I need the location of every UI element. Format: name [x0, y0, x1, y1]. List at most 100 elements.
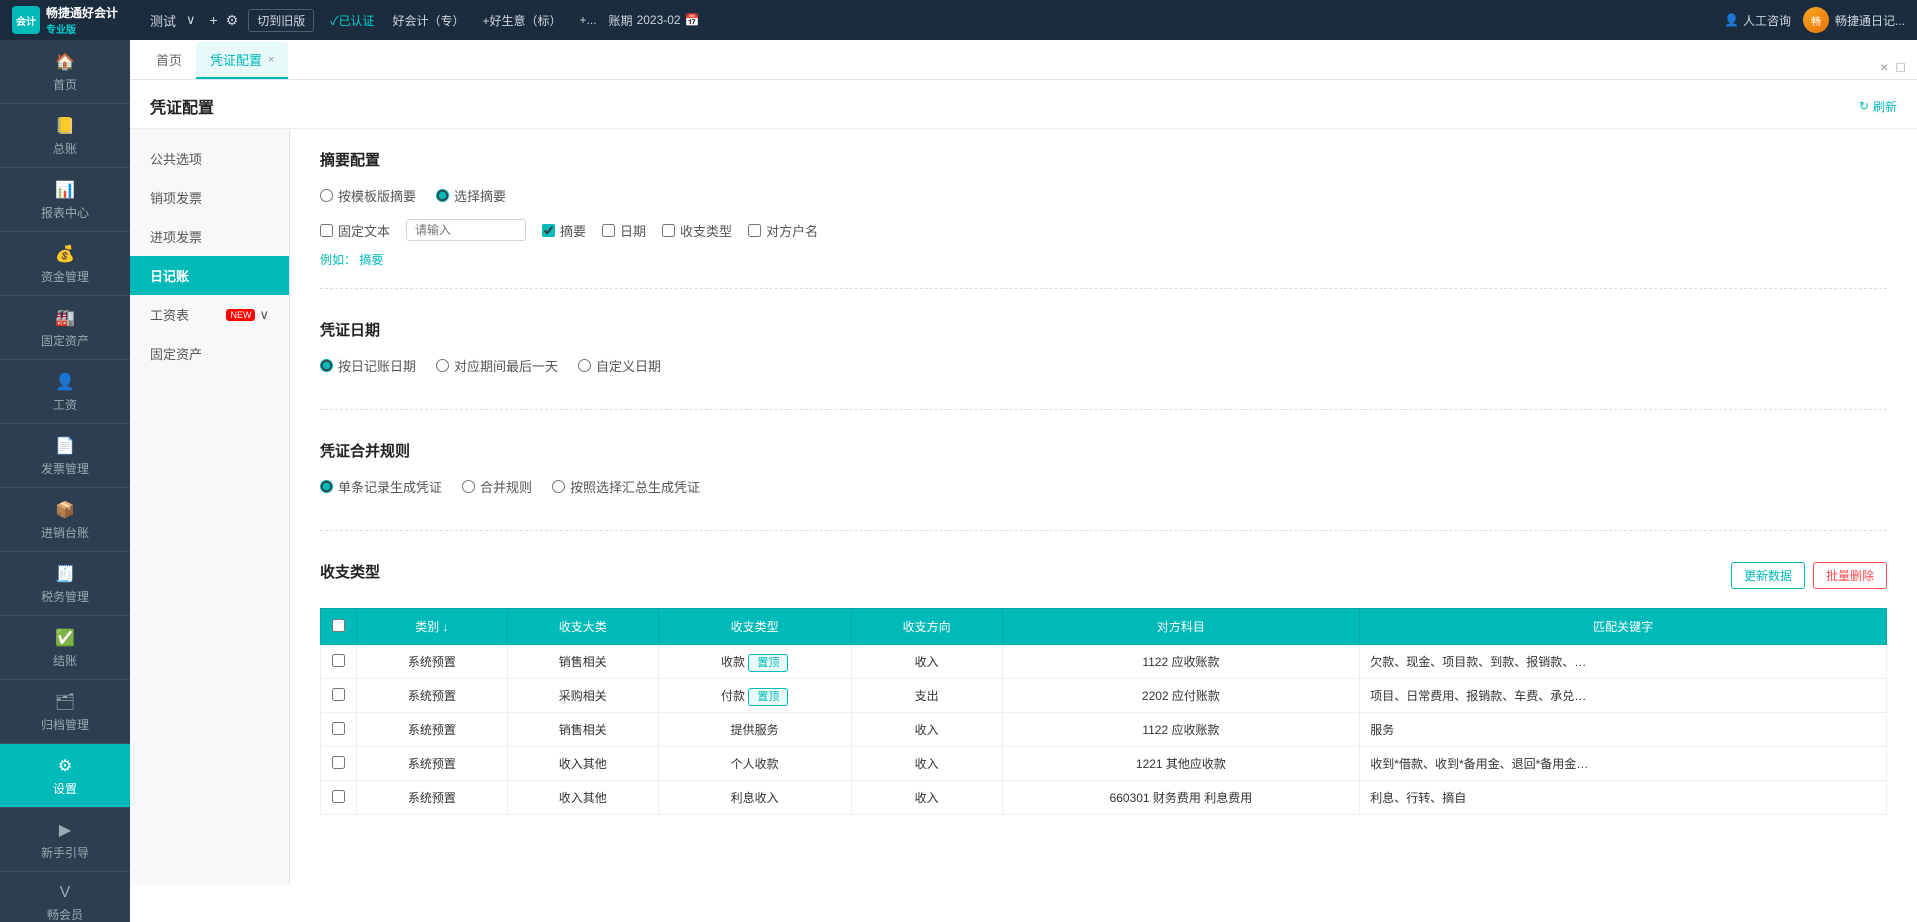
- th-major: 收支大类: [507, 609, 658, 645]
- checkbox-counterpart-input[interactable]: [748, 224, 761, 237]
- sidebar-item-home[interactable]: 🏠 首页: [0, 40, 130, 104]
- checkbox-counterpart[interactable]: 对方户名: [748, 221, 818, 240]
- config-layout: 公共选项 销项发票 进项发票 日记账 工资表 NEW ∨ 固定资产: [130, 129, 1917, 885]
- checkbox-fixed-text-input[interactable]: [320, 224, 333, 237]
- row-subject: 1221 其他应收款: [1002, 747, 1360, 781]
- row-checkbox[interactable]: [321, 781, 357, 815]
- menu-item-purchase-invoice[interactable]: 进项发票: [130, 217, 289, 256]
- radio-template[interactable]: 按模板版摘要: [320, 186, 416, 205]
- radio-template-input[interactable]: [320, 189, 333, 202]
- tab-close-icon[interactable]: ×: [268, 54, 274, 66]
- radio-period-last-input[interactable]: [436, 359, 449, 372]
- calendar-icon[interactable]: 📅: [685, 13, 700, 27]
- radio-single[interactable]: 单条记录生成凭证: [320, 477, 442, 496]
- settings-icon[interactable]: ⚙: [226, 12, 239, 29]
- row-checkbox[interactable]: [321, 645, 357, 679]
- radio-merge-input[interactable]: [462, 480, 475, 493]
- row-direction: 支出: [851, 679, 1002, 713]
- th-checkbox[interactable]: [321, 609, 357, 645]
- table-actions: 更新数据 批量删除: [1731, 562, 1887, 589]
- sidebar-item-funds[interactable]: 💰 资金管理: [0, 232, 130, 296]
- radio-journal-date[interactable]: 按日记账日期: [320, 356, 416, 375]
- purchase-icon: 📦: [55, 500, 75, 520]
- sidebar-item-member[interactable]: V 畅会员: [0, 872, 130, 922]
- radio-select-label: 选择摘要: [454, 186, 506, 205]
- radio-single-input[interactable]: [320, 480, 333, 493]
- row-direction: 收入: [851, 645, 1002, 679]
- row-checkbox[interactable]: [321, 713, 357, 747]
- sidebar-item-archive[interactable]: 🗂 归档管理: [0, 680, 130, 744]
- company-dropdown-arrow[interactable]: ∨: [186, 12, 196, 28]
- sidebar-item-invoice[interactable]: 📄 发票管理: [0, 424, 130, 488]
- menu-item-sales-invoice[interactable]: 销项发票: [130, 178, 289, 217]
- update-data-button[interactable]: 更新数据: [1731, 562, 1805, 589]
- page-header: 凭证配置 ↻ 刷新: [130, 80, 1917, 129]
- radio-select[interactable]: 选择摘要: [436, 186, 506, 205]
- sidebar-item-guide[interactable]: ▶ 新手引导: [0, 808, 130, 872]
- checkbox-fixed-text[interactable]: 固定文本: [320, 221, 390, 240]
- menu-item-public[interactable]: 公共选项: [130, 139, 289, 178]
- summary-radio-group: 按模板版摘要 选择摘要: [320, 186, 1887, 205]
- maximize-window-button[interactable]: □: [1897, 59, 1905, 75]
- row-checkbox[interactable]: [321, 747, 357, 781]
- sidebar-item-salary[interactable]: 👤 工资: [0, 360, 130, 424]
- radio-single-label: 单条记录生成凭证: [338, 477, 442, 496]
- row-direction: 收入: [851, 713, 1002, 747]
- table-body: 系统预置 销售相关 收款 置顶 收入 1122 应收账款 欠款、现金、项目款、到…: [321, 645, 1887, 815]
- select-all-checkbox[interactable]: [332, 619, 345, 632]
- fixed-text-input[interactable]: [406, 219, 526, 241]
- checkbox-date[interactable]: 日期: [602, 221, 646, 240]
- radio-custom-date[interactable]: 自定义日期: [578, 356, 661, 375]
- menu-item-journal[interactable]: 日记账: [130, 256, 289, 295]
- add-icon[interactable]: +: [210, 12, 218, 28]
- checkbox-income-type[interactable]: 收支类型: [662, 221, 732, 240]
- checkbox-date-input[interactable]: [602, 224, 615, 237]
- menu-item-fixed-assets[interactable]: 固定资产: [130, 334, 289, 373]
- reset-badge[interactable]: 置顶: [748, 688, 788, 706]
- sidebar-item-settings[interactable]: ⚙ 设置: [0, 744, 130, 808]
- summary-config-section: 摘要配置 按模板版摘要 选择摘要: [320, 149, 1887, 289]
- voucher-date-section: 凭证日期 按日记账日期 对应期间最后一天: [320, 319, 1887, 410]
- menu-item-wage-table[interactable]: 工资表 NEW ∨: [130, 295, 289, 334]
- sidebar-item-settle[interactable]: ✅ 结账: [0, 616, 130, 680]
- service-button[interactable]: 👤 人工咨询: [1724, 12, 1791, 29]
- income-expense-section: 收支类型 更新数据 批量删除 类别 ↓ 收支大类: [320, 561, 1887, 835]
- radio-selected-total[interactable]: 按照选择汇总生成凭证: [552, 477, 700, 496]
- close-window-button[interactable]: ×: [1880, 59, 1888, 75]
- sidebar-label-guide: 新手引导: [41, 844, 89, 861]
- page-title: 凭证配置: [150, 94, 214, 118]
- radio-journal-date-input[interactable]: [320, 359, 333, 372]
- user-avatar: 畅: [1803, 7, 1829, 33]
- radio-custom-date-input[interactable]: [578, 359, 591, 372]
- batch-delete-button[interactable]: 批量删除: [1813, 562, 1887, 589]
- refresh-button[interactable]: ↻ 刷新: [1859, 98, 1897, 115]
- th-type: 收支类型: [658, 609, 851, 645]
- settings-sidebar-icon: ⚙: [58, 756, 72, 776]
- sidebar-item-reports[interactable]: 📊 报表中心: [0, 168, 130, 232]
- home-icon: 🏠: [55, 52, 75, 72]
- table-row: 系统预置 采购相关 付款 置顶 支出 2202 应付账款 项目、日常费用、报销款…: [321, 679, 1887, 713]
- radio-select-input[interactable]: [436, 189, 449, 202]
- radio-selected-total-input[interactable]: [552, 480, 565, 493]
- table-header: 类别 ↓ 收支大类 收支类型 收支方向 对方科目 匹配关键字: [321, 609, 1887, 645]
- sidebar-item-assets[interactable]: 🏭 固定资产: [0, 296, 130, 360]
- app-name: 畅捷通好会计: [46, 4, 118, 21]
- sidebar-item-ledger[interactable]: 📒 总账: [0, 104, 130, 168]
- sidebar-item-tax[interactable]: 🧾 税务管理: [0, 552, 130, 616]
- sidebar-item-purchase[interactable]: 📦 进销台账: [0, 488, 130, 552]
- tab-voucher-config[interactable]: 凭证配置 ×: [196, 42, 288, 79]
- merge-rules-section: 凭证合并规则 单条记录生成凭证 合并规则: [320, 440, 1887, 531]
- settle-icon: ✅: [55, 628, 75, 648]
- checkbox-income-type-input[interactable]: [662, 224, 675, 237]
- checkbox-summary-input[interactable]: [542, 224, 555, 237]
- radio-merge[interactable]: 合并规则: [462, 477, 532, 496]
- tab-home[interactable]: 首页: [142, 42, 196, 79]
- radio-period-last[interactable]: 对应期间最后一天: [436, 356, 558, 375]
- user-area[interactable]: 畅 畅捷通日记...: [1803, 7, 1905, 33]
- reset-badge[interactable]: 置顶: [748, 654, 788, 672]
- row-direction: 收入: [851, 747, 1002, 781]
- top-bar: 会计 畅捷通好会计 专业版 测试 ∨ + ⚙ 切到旧版 ✓已认证 好会计（专） …: [0, 0, 1917, 40]
- switch-version-button[interactable]: 切到旧版: [248, 9, 314, 32]
- row-checkbox[interactable]: [321, 679, 357, 713]
- checkbox-summary[interactable]: 摘要: [542, 221, 586, 240]
